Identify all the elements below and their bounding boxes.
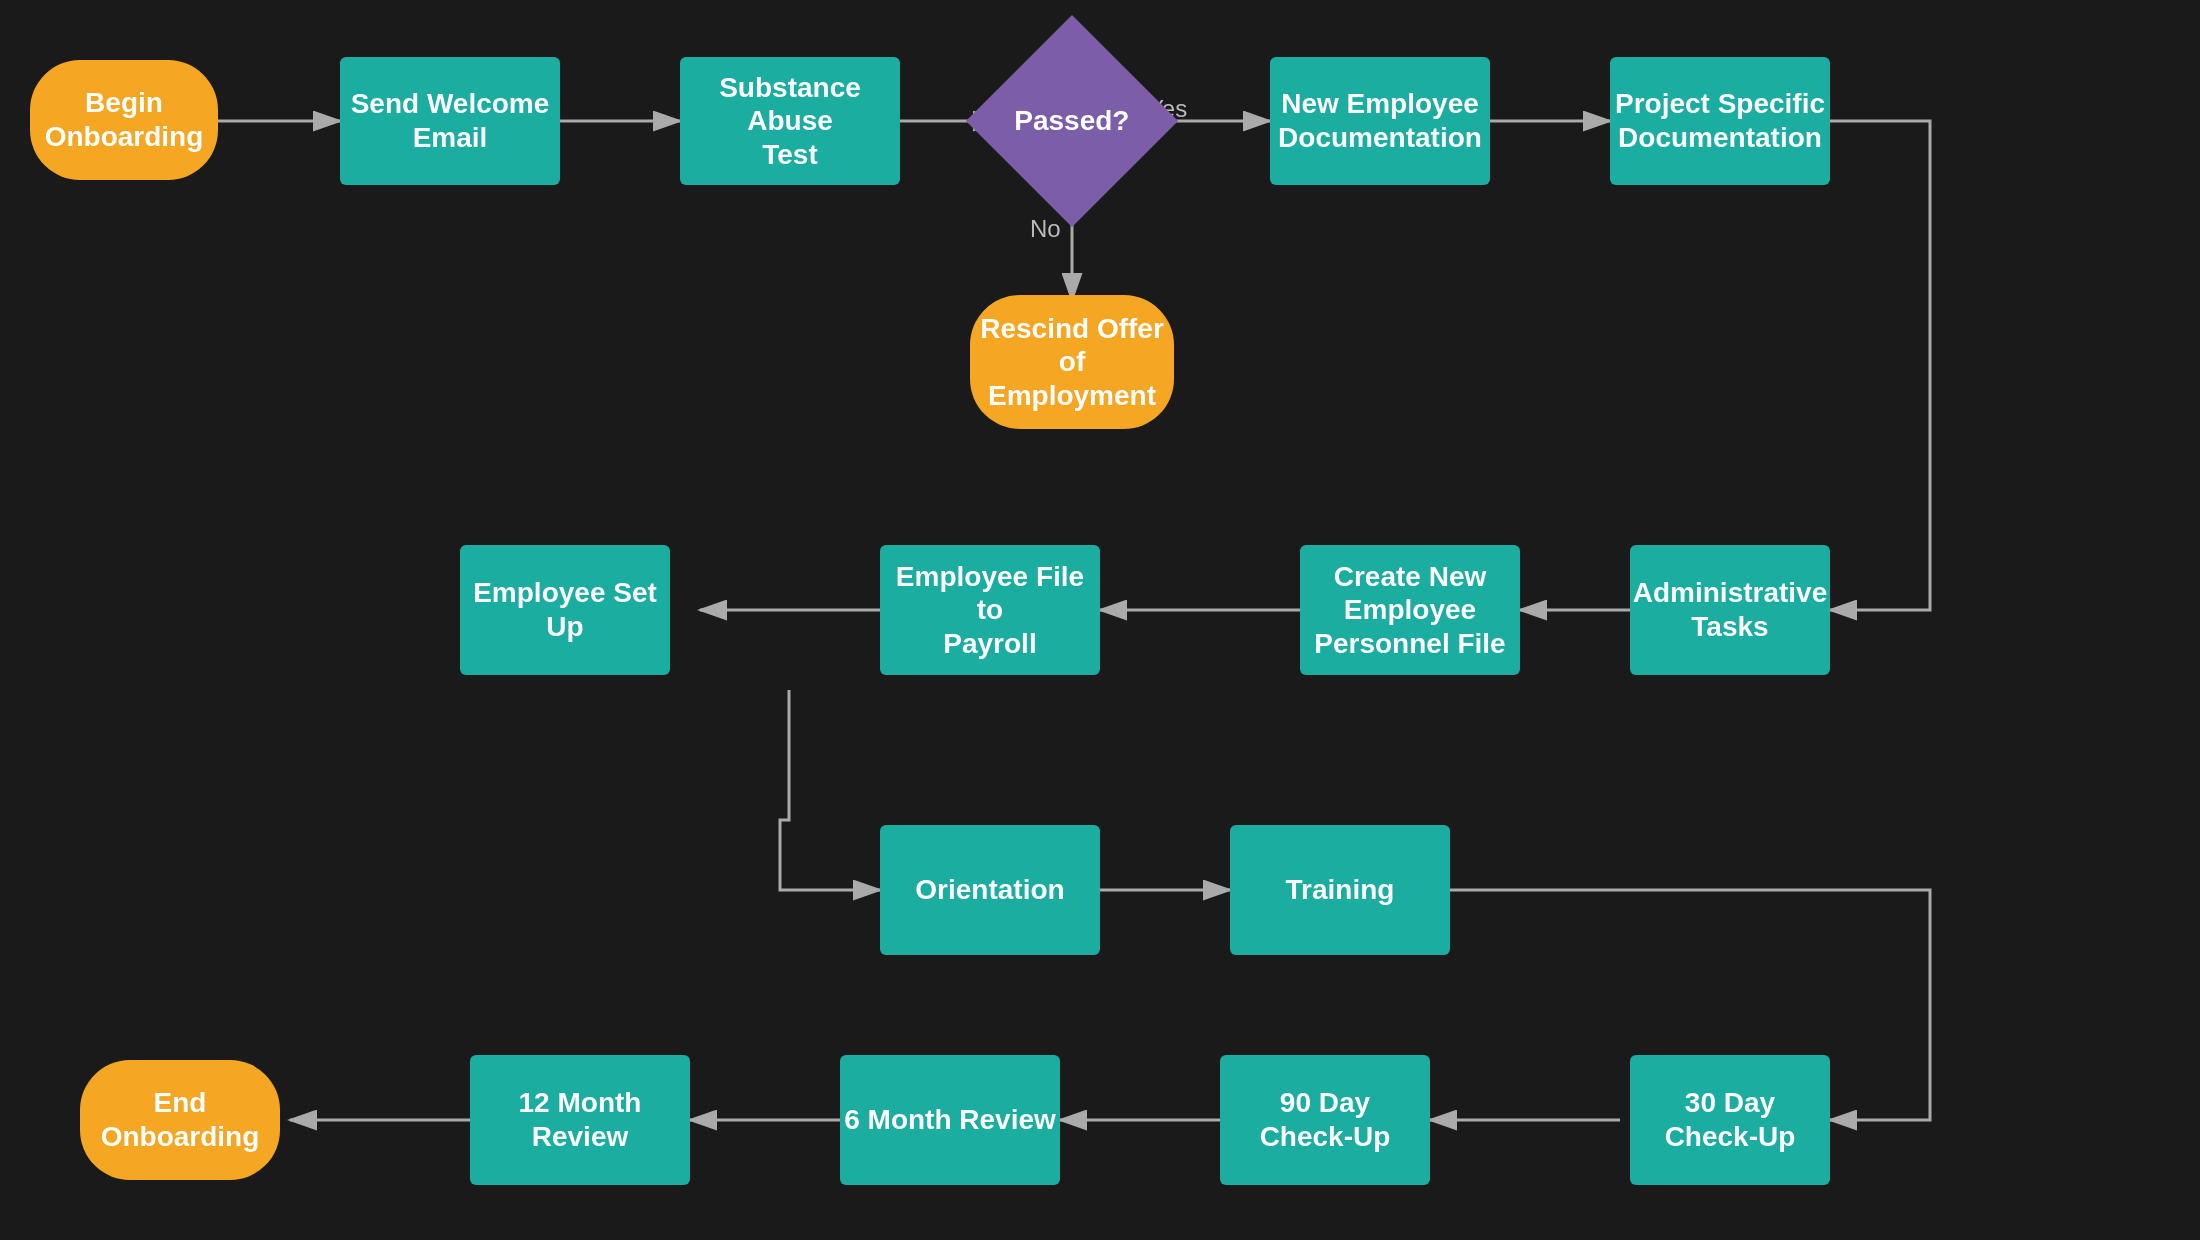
end-onboarding-node: End Onboarding — [80, 1060, 280, 1180]
begin-onboarding-node: Begin Onboarding — [30, 60, 218, 180]
6-month-review-node: 6 Month Review — [840, 1055, 1060, 1185]
orientation-node: Orientation — [880, 825, 1100, 955]
flowchart: Yes No Begin Onboarding Send Welcome Ema… — [0, 0, 2200, 1240]
passed-diamond-node: Passed? — [966, 15, 1178, 227]
project-specific-documentation-node: Project Specific Documentation — [1610, 57, 1830, 185]
employee-file-to-payroll-node: Employee File to Payroll — [880, 545, 1100, 675]
rescind-offer-node: Rescind Offer of Employment — [970, 295, 1174, 429]
substance-abuse-test-node: Substance Abuse Test — [680, 57, 900, 185]
90-day-checkup-node: 90 Day Check-Up — [1220, 1055, 1430, 1185]
30-day-checkup-node: 30 Day Check-Up — [1630, 1055, 1830, 1185]
new-employee-documentation-node: New Employee Documentation — [1270, 57, 1490, 185]
send-welcome-email-node: Send Welcome Email — [340, 57, 560, 185]
training-node: Training — [1230, 825, 1450, 955]
employee-set-up-node: Employee Set Up — [460, 545, 670, 675]
no-label: No — [1030, 215, 1061, 243]
administrative-tasks-node: Administrative Tasks — [1630, 545, 1830, 675]
12-month-review-node: 12 Month Review — [470, 1055, 690, 1185]
create-new-employee-node: Create New Employee Personnel File — [1300, 545, 1520, 675]
